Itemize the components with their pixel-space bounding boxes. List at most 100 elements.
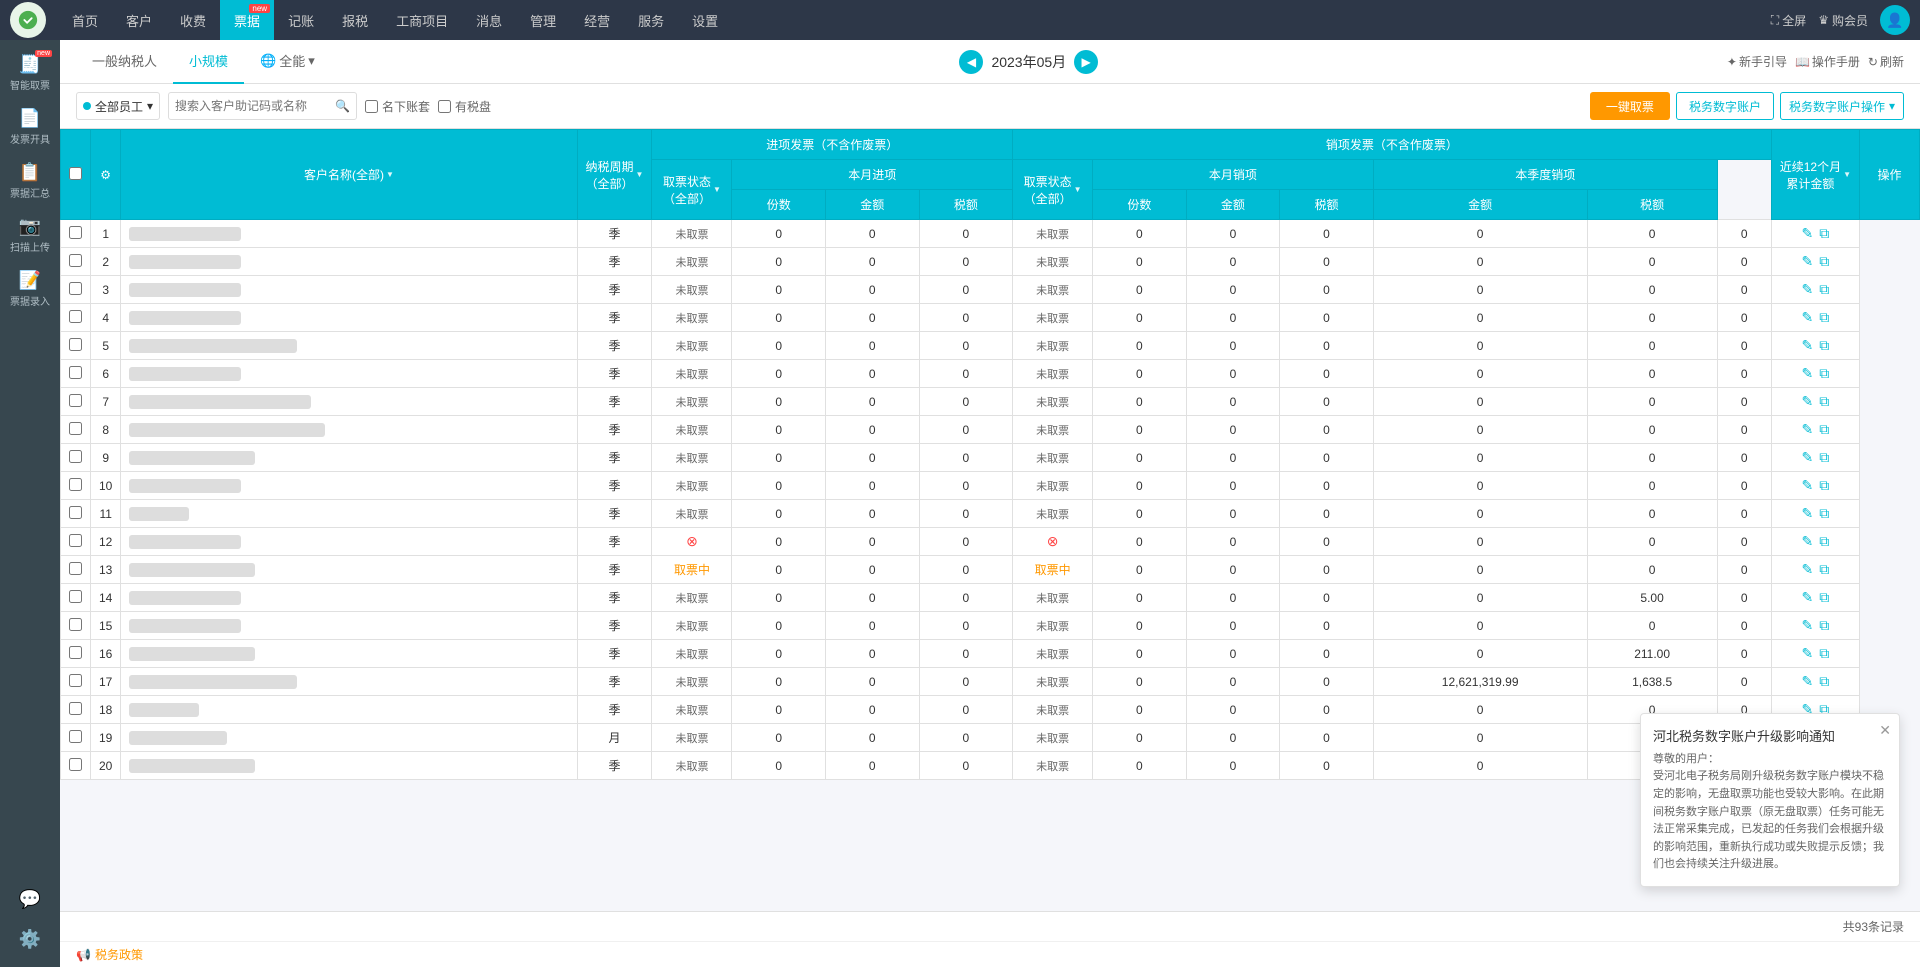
row-checkbox-input[interactable] — [69, 646, 82, 659]
manual-btn[interactable]: 📖 操作手册 — [1795, 53, 1860, 70]
row-checkbox[interactable] — [61, 220, 91, 248]
member-btn[interactable]: ♛ 购会员 — [1818, 12, 1868, 29]
user-avatar[interactable]: 👤 — [1880, 5, 1910, 35]
row-checkbox[interactable] — [61, 248, 91, 276]
nav-operation[interactable]: 经营 — [570, 0, 624, 40]
copy-icon[interactable]: ⧉ — [1819, 337, 1829, 354]
has-tax-disk-input[interactable] — [438, 100, 451, 113]
row-checkbox-input[interactable] — [69, 478, 82, 491]
refresh-btn[interactable]: ↻ 刷新 — [1868, 53, 1904, 70]
row-checkbox-input[interactable] — [69, 282, 82, 295]
row-checkbox-input[interactable] — [69, 506, 82, 519]
row-checkbox[interactable] — [61, 612, 91, 640]
copy-icon[interactable]: ⧉ — [1819, 533, 1829, 550]
digital-account-btn[interactable]: 税务数字账户 — [1676, 92, 1774, 120]
copy-icon[interactable]: ⧉ — [1819, 505, 1829, 522]
output-status-sort[interactable]: 取票状态（全部） — [1021, 173, 1084, 207]
prev-month-btn[interactable]: ◀ — [959, 50, 983, 74]
row-checkbox[interactable] — [61, 276, 91, 304]
nav-message[interactable]: 消息 — [462, 0, 516, 40]
copy-icon[interactable]: ⧉ — [1819, 365, 1829, 382]
row-checkbox[interactable] — [61, 360, 91, 388]
period-sort[interactable]: 纳税周期（全部） — [586, 158, 644, 192]
row-checkbox[interactable] — [61, 388, 91, 416]
one-click-ticket-btn[interactable]: 一键取票 — [1590, 92, 1670, 120]
row-checkbox[interactable] — [61, 724, 91, 752]
row-checkbox-input[interactable] — [69, 758, 82, 771]
select-all-checkbox[interactable] — [69, 167, 82, 180]
copy-icon[interactable]: ⧉ — [1819, 477, 1829, 494]
row-checkbox[interactable] — [61, 584, 91, 612]
copy-icon[interactable]: ⧉ — [1819, 617, 1829, 634]
row-checkbox[interactable] — [61, 752, 91, 780]
edit-icon[interactable]: ✎ — [1801, 225, 1813, 242]
copy-icon[interactable]: ⧉ — [1819, 281, 1829, 298]
copy-icon[interactable]: ⧉ — [1819, 421, 1829, 438]
edit-icon[interactable]: ✎ — [1801, 617, 1813, 634]
customer-sort[interactable]: 客户名称(全部) — [129, 166, 568, 183]
accumulate-sort[interactable]: 近续12个月累计金额 — [1780, 158, 1851, 192]
row-checkbox-input[interactable] — [69, 254, 82, 267]
sidebar-item-summary[interactable]: 📋 票据汇总 — [4, 156, 56, 206]
th-accumulate[interactable]: 近续12个月累计金额 — [1771, 130, 1859, 220]
row-checkbox[interactable] — [61, 304, 91, 332]
notification-close-btn[interactable]: ✕ — [1879, 722, 1891, 739]
row-checkbox[interactable] — [61, 696, 91, 724]
edit-icon[interactable]: ✎ — [1801, 309, 1813, 326]
th-period[interactable]: 纳税周期（全部） — [577, 130, 652, 220]
row-checkbox[interactable] — [61, 444, 91, 472]
nav-invoice[interactable]: 票据 new — [220, 0, 274, 40]
copy-icon[interactable]: ⧉ — [1819, 673, 1829, 690]
nav-accounting[interactable]: 记账 — [274, 0, 328, 40]
sidebar-chat-btn[interactable]: 💬 — [4, 881, 56, 917]
nav-fee[interactable]: 收费 — [166, 0, 220, 40]
digital-account-ops-btn[interactable]: 税务数字账户操作 ▾ — [1780, 92, 1904, 120]
edit-icon[interactable]: ✎ — [1801, 673, 1813, 690]
sidebar-item-record[interactable]: 📝 票据录入 — [4, 264, 56, 314]
copy-icon[interactable]: ⧉ — [1819, 561, 1829, 578]
nav-customer[interactable]: 客户 — [112, 0, 166, 40]
th-customer[interactable]: 客户名称(全部) — [121, 130, 577, 220]
row-checkbox-input[interactable] — [69, 450, 82, 463]
sidebar-settings-btn[interactable]: ⚙️ — [4, 921, 56, 957]
edit-icon[interactable]: ✎ — [1801, 477, 1813, 494]
edit-icon[interactable]: ✎ — [1801, 505, 1813, 522]
row-checkbox[interactable] — [61, 332, 91, 360]
nav-service[interactable]: 服务 — [624, 0, 678, 40]
edit-icon[interactable]: ✎ — [1801, 393, 1813, 410]
nav-business[interactable]: 工商项目 — [382, 0, 462, 40]
under-account-checkbox[interactable]: 名下账套 — [365, 98, 430, 115]
edit-icon[interactable]: ✎ — [1801, 645, 1813, 662]
row-checkbox-input[interactable] — [69, 674, 82, 687]
employee-select[interactable]: 全部员工 ▾ — [76, 92, 160, 120]
copy-icon[interactable]: ⧉ — [1819, 449, 1829, 466]
next-month-btn[interactable]: ▶ — [1074, 50, 1098, 74]
under-account-input[interactable] — [365, 100, 378, 113]
edit-icon[interactable]: ✎ — [1801, 337, 1813, 354]
sidebar-item-invoice[interactable]: 📄 发票开具 — [4, 102, 56, 152]
copy-icon[interactable]: ⧉ — [1819, 225, 1829, 242]
tab-general-taxpayer[interactable]: 一般纳税人 — [76, 40, 173, 84]
copy-icon[interactable]: ⧉ — [1819, 309, 1829, 326]
row-checkbox-input[interactable] — [69, 534, 82, 547]
copy-icon[interactable]: ⧉ — [1819, 253, 1829, 270]
search-input[interactable] — [175, 99, 335, 113]
row-checkbox[interactable] — [61, 640, 91, 668]
row-checkbox-input[interactable] — [69, 562, 82, 575]
edit-icon[interactable]: ✎ — [1801, 281, 1813, 298]
row-checkbox-input[interactable] — [69, 422, 82, 435]
th-output-status[interactable]: 取票状态（全部） — [1013, 160, 1093, 220]
edit-icon[interactable]: ✎ — [1801, 365, 1813, 382]
row-checkbox[interactable] — [61, 528, 91, 556]
row-checkbox-input[interactable] — [69, 618, 82, 631]
sidebar-item-scan[interactable]: 📷 扫描上传 — [4, 210, 56, 260]
has-tax-disk-checkbox[interactable]: 有税盘 — [438, 98, 491, 115]
copy-icon[interactable]: ⧉ — [1819, 589, 1829, 606]
nav-manage[interactable]: 管理 — [516, 0, 570, 40]
nav-settings[interactable]: 设置 — [678, 0, 732, 40]
th-input-status[interactable]: 取票状态（全部） — [652, 160, 732, 220]
row-checkbox-input[interactable] — [69, 702, 82, 715]
input-status-sort[interactable]: 取票状态（全部） — [660, 173, 723, 207]
row-checkbox-input[interactable] — [69, 394, 82, 407]
row-checkbox-input[interactable] — [69, 338, 82, 351]
